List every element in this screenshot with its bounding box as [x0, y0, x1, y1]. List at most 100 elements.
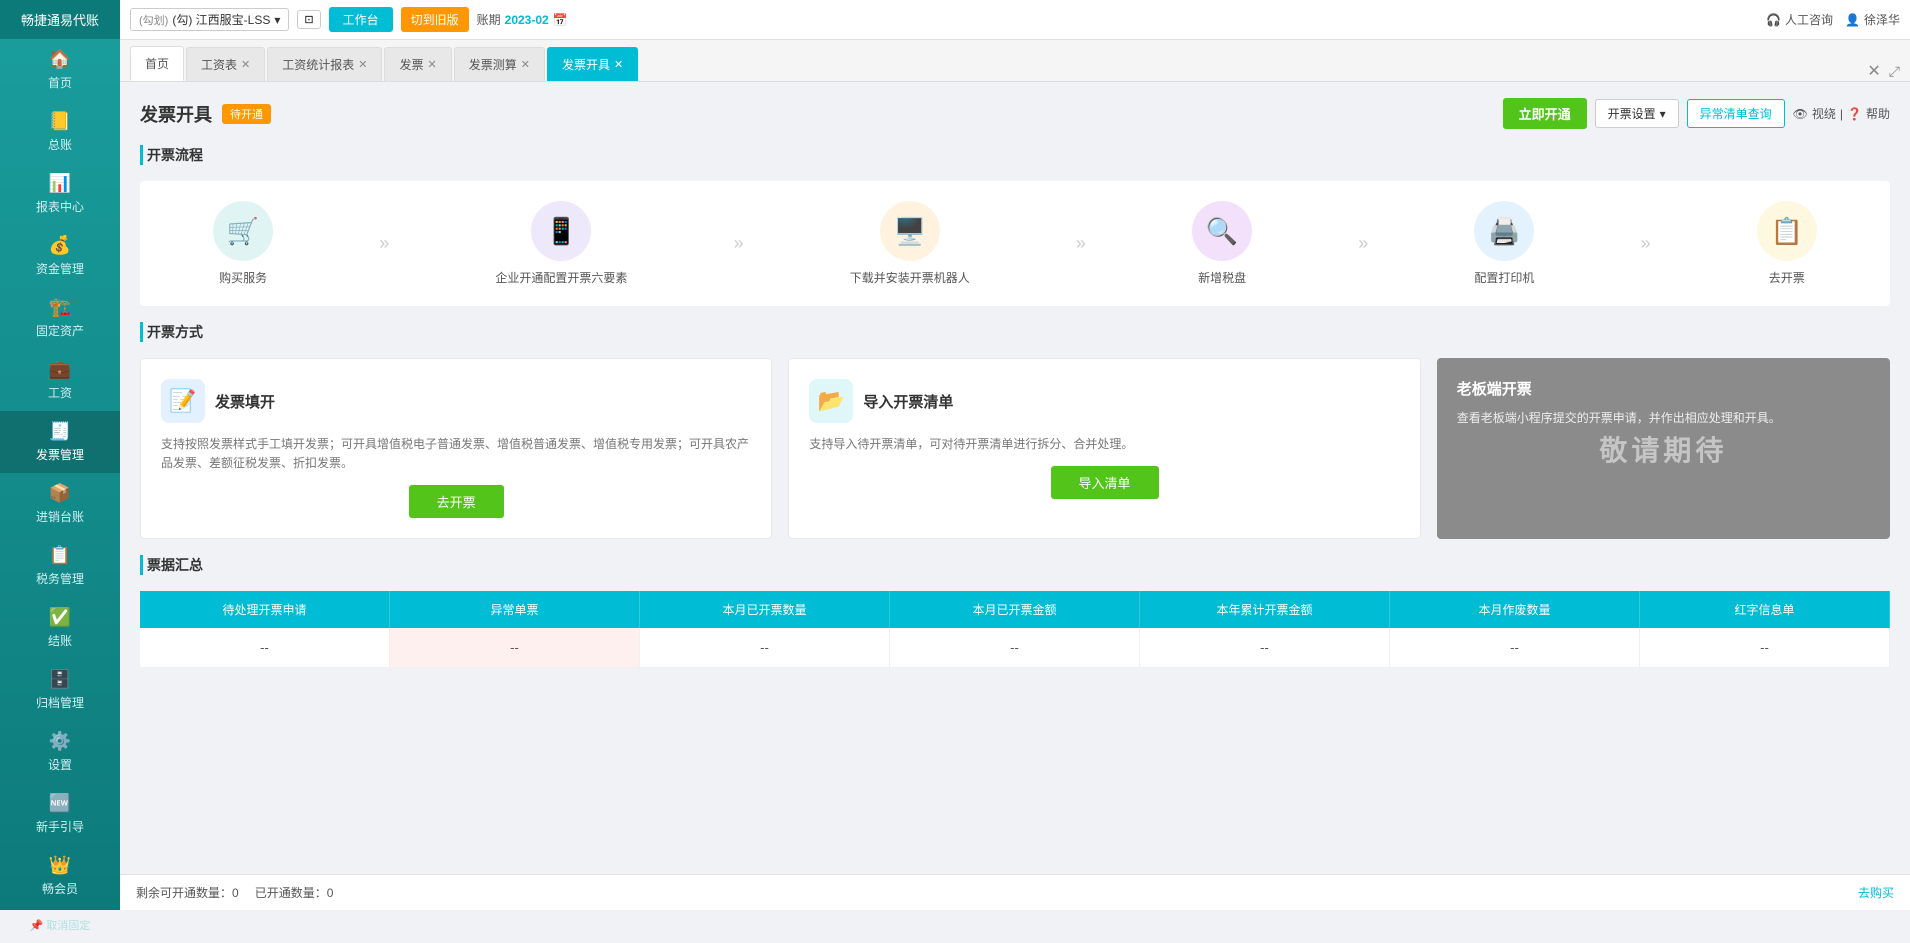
workflow-step-enterprise[interactable]: 📱 企业开通配置开票六要素	[495, 201, 627, 286]
tab-invoice-label: 发票	[399, 56, 423, 73]
workbench-button[interactable]: 工作台	[329, 7, 393, 32]
sidebar-item-guide[interactable]: 🆕 新手引导	[0, 783, 120, 845]
method-card-boss: 老板端开票 查看老板端小程序提交的开票申请，并作出相应处理和开具。 敬请期待	[1437, 358, 1890, 539]
tab-invoice-calc[interactable]: 发票测算 ✕	[454, 47, 545, 81]
sidebar-item-member[interactable]: 👑 畅会员	[0, 845, 120, 907]
method-import-header: 📂 导入开票清单	[809, 379, 1399, 423]
go-buy-button[interactable]: 去购买	[1858, 884, 1894, 901]
header-actions: 立即开通 开票设置 ▾ 异常清单查询 👁 视绕 | ❓ 帮助	[1503, 98, 1890, 129]
company-selector[interactable]: (勾划) (勾) 江西服宝-LSS ▾	[130, 8, 289, 31]
download-robot-icon: 🖥️	[880, 201, 940, 261]
sidebar-archive-label: 归档管理	[36, 694, 84, 711]
copy-button[interactable]: ⊡	[297, 10, 320, 29]
stats-header-year-amount: 本年累计开票金额	[1140, 591, 1390, 628]
unpin-icon: 📌	[30, 920, 44, 932]
add-tax-label: 新增税盘	[1198, 269, 1246, 286]
stats-cell-abnormal[interactable]: --	[390, 628, 640, 668]
period-label: 账期 2023-02 📅	[477, 11, 568, 28]
stats-cell-pending[interactable]: --	[140, 628, 390, 668]
purchase-icon: 📦	[49, 483, 71, 504]
tab-salary-close[interactable]: ✕	[241, 58, 250, 71]
method-fill-header: 📝 发票填开	[161, 379, 751, 423]
download-robot-label: 下载并安装开票机器人	[850, 269, 970, 286]
tab-home[interactable]: 首页	[130, 46, 184, 81]
sidebar-funds-label: 资金管理	[36, 260, 84, 277]
tab-close-icon[interactable]: ✕	[1867, 61, 1880, 81]
old-version-button[interactable]: 切到旧版	[401, 7, 469, 32]
arrow-3: »	[1076, 233, 1086, 254]
sidebar-item-funds[interactable]: 💰 资金管理	[0, 225, 120, 287]
tab-invoice-open-close[interactable]: ✕	[614, 58, 623, 71]
remaining-quota: 剩余可开通数量：0	[136, 884, 239, 901]
ticket-methods: 📝 发票填开 支持按照发票样式手工填开发票；可开具增值税电子普通发票、增值税普通…	[140, 358, 1890, 539]
sidebar-item-purchase-sales[interactable]: 📦 进销台账	[0, 473, 120, 535]
sidebar-item-archive[interactable]: 🗄️ 归档管理	[0, 659, 120, 721]
sidebar-item-tax[interactable]: 📋 税务管理	[0, 535, 120, 597]
method-import-desc: 支持导入待开票清单，可对待开票清单进行拆分、合并处理。	[809, 435, 1399, 454]
archive-icon: 🗄️	[49, 669, 71, 690]
sidebar-unpin[interactable]: 📌 取消固定	[0, 907, 120, 943]
sidebar-item-home[interactable]: 🏠 首页	[0, 39, 120, 101]
sidebar-item-settings[interactable]: ⚙️ 设置	[0, 721, 120, 783]
bottombar: 剩余可开通数量：0 已开通数量：0 去购买	[120, 874, 1910, 910]
calendar-icon[interactable]: 📅	[553, 13, 568, 27]
sidebar-item-reports[interactable]: 📊 报表中心	[0, 163, 120, 225]
workflow-step-open[interactable]: 📋 去开票	[1757, 201, 1817, 286]
sidebar-settings-label: 设置	[48, 756, 72, 773]
import-list-button[interactable]: 导入清单	[1051, 466, 1159, 499]
chevron-down-icon: ▾	[274, 13, 280, 27]
sidebar-item-invoice[interactable]: 🧾 发票管理	[0, 411, 120, 473]
sidebar-item-settlement[interactable]: ✅ 结账	[0, 597, 120, 659]
open-now-button[interactable]: 立即开通	[1503, 98, 1587, 129]
tab-invoice-open[interactable]: 发票开具 ✕	[547, 47, 638, 81]
sidebar-reports-label: 报表中心	[36, 198, 84, 215]
tab-salary-report[interactable]: 工资统计报表 ✕	[267, 47, 382, 81]
workflow-step-download[interactable]: 🖥️ 下载并安装开票机器人	[850, 201, 970, 286]
main-area: (勾划) (勾) 江西服宝-LSS ▾ ⊡ 工作台 切到旧版 账期 2023-0…	[120, 0, 1910, 910]
workflow-step-tax[interactable]: 🔍 新增税盘	[1192, 201, 1252, 286]
method-card-fill: 📝 发票填开 支持按照发票样式手工填开发票；可开具增值税电子普通发票、增值税普通…	[140, 358, 772, 539]
opened-quota: 已开通数量：0	[255, 884, 334, 901]
buy-service-icon: 🛒	[213, 201, 273, 261]
divider: |	[1840, 107, 1843, 121]
eye-icon: 👁	[1793, 107, 1808, 121]
topbar-right: 🎧 人工咨询 👤 徐泽华	[1766, 11, 1900, 28]
stats-header-month-count: 本月已开票数量	[640, 591, 890, 628]
sidebar-item-ledger[interactable]: 📒 总账	[0, 101, 120, 163]
stats-cell-month-amount: --	[890, 628, 1140, 668]
service-label: 人工咨询	[1785, 11, 1833, 28]
tab-invoice-calc-close[interactable]: ✕	[521, 58, 530, 71]
tab-invoice-close[interactable]: ✕	[428, 58, 437, 71]
tab-maximize-icon[interactable]: ⤢	[1889, 63, 1900, 80]
sidebar-item-assets[interactable]: 🏗️ 固定资产	[0, 287, 120, 349]
workflow-step-buy[interactable]: 🛒 购买服务	[213, 201, 273, 286]
tab-invoice[interactable]: 发票 ✕	[384, 47, 451, 81]
headset-icon: 🎧	[1766, 13, 1781, 27]
method-fill-desc: 支持按照发票样式手工填开发票；可开具增值税电子普通发票、增值税普通发票、增值税专…	[161, 435, 751, 473]
methods-section-title: 开票方式	[140, 322, 1890, 342]
arrow-4: »	[1358, 233, 1368, 254]
period-text: 账期	[477, 11, 501, 28]
stats-header-void-count: 本月作废数量	[1390, 591, 1640, 628]
sidebar-item-salary[interactable]: 💼 工资	[0, 349, 120, 411]
tab-invoice-calc-label: 发票测算	[469, 56, 517, 73]
unpin-label: 取消固定	[46, 920, 90, 932]
stats-cell-void-count: --	[1390, 628, 1640, 668]
workflow-step-printer[interactable]: 🖨️ 配置打印机	[1474, 201, 1534, 286]
stats-header-red-info: 红字信息单	[1640, 591, 1890, 628]
tab-salary[interactable]: 工资表 ✕	[186, 47, 265, 81]
company-tag: (勾划)	[139, 12, 168, 28]
method-import-action: 导入清单	[809, 466, 1399, 499]
customer-service[interactable]: 🎧 人工咨询	[1766, 11, 1833, 28]
sidebar-assets-label: 固定资产	[36, 322, 84, 339]
config-printer-label: 配置打印机	[1474, 269, 1534, 286]
user-profile[interactable]: 👤 徐泽华	[1845, 11, 1900, 28]
tab-salary-report-close[interactable]: ✕	[358, 58, 367, 71]
go-open-ticket-button[interactable]: 去开票	[409, 485, 504, 518]
open-settings-button[interactable]: 开票设置 ▾	[1595, 99, 1679, 128]
config-printer-icon: 🖨️	[1474, 201, 1534, 261]
tax-icon: 📋	[49, 545, 71, 566]
page-header: 发票开具 待开通 立即开通 开票设置 ▾ 异常清单查询 👁 视绕 | ❓ 帮助	[140, 98, 1890, 129]
abnormal-query-button[interactable]: 异常清单查询	[1687, 99, 1785, 128]
status-badge: 待开通	[222, 104, 271, 124]
